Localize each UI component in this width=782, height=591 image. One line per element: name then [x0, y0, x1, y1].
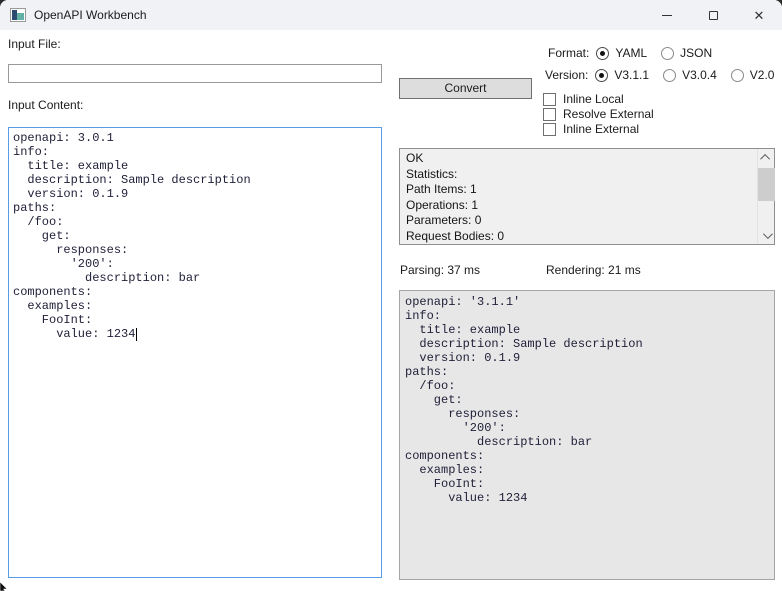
convert-button[interactable]: Convert — [399, 78, 532, 99]
radio-version-v304-label[interactable]: V3.0.4 — [682, 68, 717, 82]
status-line: Parameters: 0 — [406, 213, 504, 229]
version-radio-group: Version: V3.1.1 V3.0.4 V2.0 — [545, 68, 782, 82]
text-caret — [136, 328, 137, 341]
status-line: Path Items: 1 — [406, 182, 504, 198]
scroll-up-button[interactable] — [758, 149, 775, 166]
minimize-icon — [662, 15, 672, 16]
inline-local-checkbox[interactable] — [543, 93, 556, 106]
close-button[interactable]: ✕ — [736, 0, 782, 30]
window-title: OpenAPI Workbench — [34, 8, 147, 22]
format-label: Format: — [548, 46, 589, 60]
radio-version-v304[interactable] — [663, 69, 676, 82]
input-file-label: Input File: — [8, 37, 61, 51]
input-content-label: Input Content: — [8, 98, 83, 112]
status-line: Operations: 1 — [406, 198, 504, 214]
version-label: Version: — [545, 68, 588, 82]
radio-version-v20-label[interactable]: V2.0 — [750, 68, 775, 82]
close-icon: ✕ — [754, 9, 765, 22]
maximize-button[interactable] — [690, 0, 736, 30]
app-window: OpenAPI Workbench ✕ Input File: Input Co… — [0, 0, 782, 591]
radio-format-json-label[interactable]: JSON — [680, 46, 712, 60]
scroll-down-button[interactable] — [758, 227, 775, 244]
output-content-box[interactable]: openapi: '3.1.1' info: title: example de… — [399, 290, 775, 580]
chevron-up-icon — [760, 154, 770, 164]
status-line: Statistics: — [406, 167, 504, 183]
maximize-icon — [709, 11, 718, 20]
resolve-external-checkbox[interactable] — [543, 108, 556, 121]
output-content-text: openapi: '3.1.1' info: title: example de… — [405, 295, 643, 505]
checkbox-row-inline-external: Inline External — [543, 122, 639, 136]
resolve-external-label[interactable]: Resolve External — [563, 107, 654, 121]
status-text: OKStatistics:Path Items: 1Operations: 1P… — [406, 151, 504, 244]
scrollbar-thumb[interactable] — [758, 168, 775, 201]
radio-format-yaml[interactable] — [596, 47, 609, 60]
radio-version-v311[interactable] — [595, 69, 608, 82]
rendering-time-label: Rendering: 21 ms — [546, 263, 641, 277]
status-scrollbar[interactable] — [757, 149, 774, 244]
status-output-box[interactable]: OKStatistics:Path Items: 1Operations: 1P… — [399, 148, 775, 245]
inline-external-checkbox[interactable] — [543, 123, 556, 136]
status-line: OK — [406, 151, 504, 167]
input-content-editor[interactable]: openapi: 3.0.1 info: title: example desc… — [8, 127, 382, 578]
inline-local-label[interactable]: Inline Local — [563, 92, 624, 106]
status-line: Request Bodies: 0 — [406, 229, 504, 245]
format-radio-group: Format: YAML JSON — [548, 46, 726, 60]
minimize-button[interactable] — [644, 0, 690, 30]
parsing-time-label: Parsing: 37 ms — [400, 263, 480, 277]
mouse-cursor — [0, 582, 9, 591]
radio-version-v20[interactable] — [731, 69, 744, 82]
checkbox-row-inline-local: Inline Local — [543, 92, 624, 106]
inline-external-label[interactable]: Inline External — [563, 122, 639, 136]
radio-format-json[interactable] — [661, 47, 674, 60]
radio-format-yaml-label[interactable]: YAML — [615, 46, 647, 60]
checkbox-row-resolve-external: Resolve External — [543, 107, 654, 121]
app-icon — [10, 7, 26, 23]
chevron-down-icon — [763, 229, 773, 239]
input-content-text: openapi: 3.0.1 info: title: example desc… — [13, 131, 251, 341]
radio-version-v311-label[interactable]: V3.1.1 — [614, 68, 649, 82]
titlebar: OpenAPI Workbench ✕ — [0, 0, 782, 30]
caption-buttons: ✕ — [644, 0, 782, 30]
input-file-field[interactable] — [8, 64, 382, 83]
